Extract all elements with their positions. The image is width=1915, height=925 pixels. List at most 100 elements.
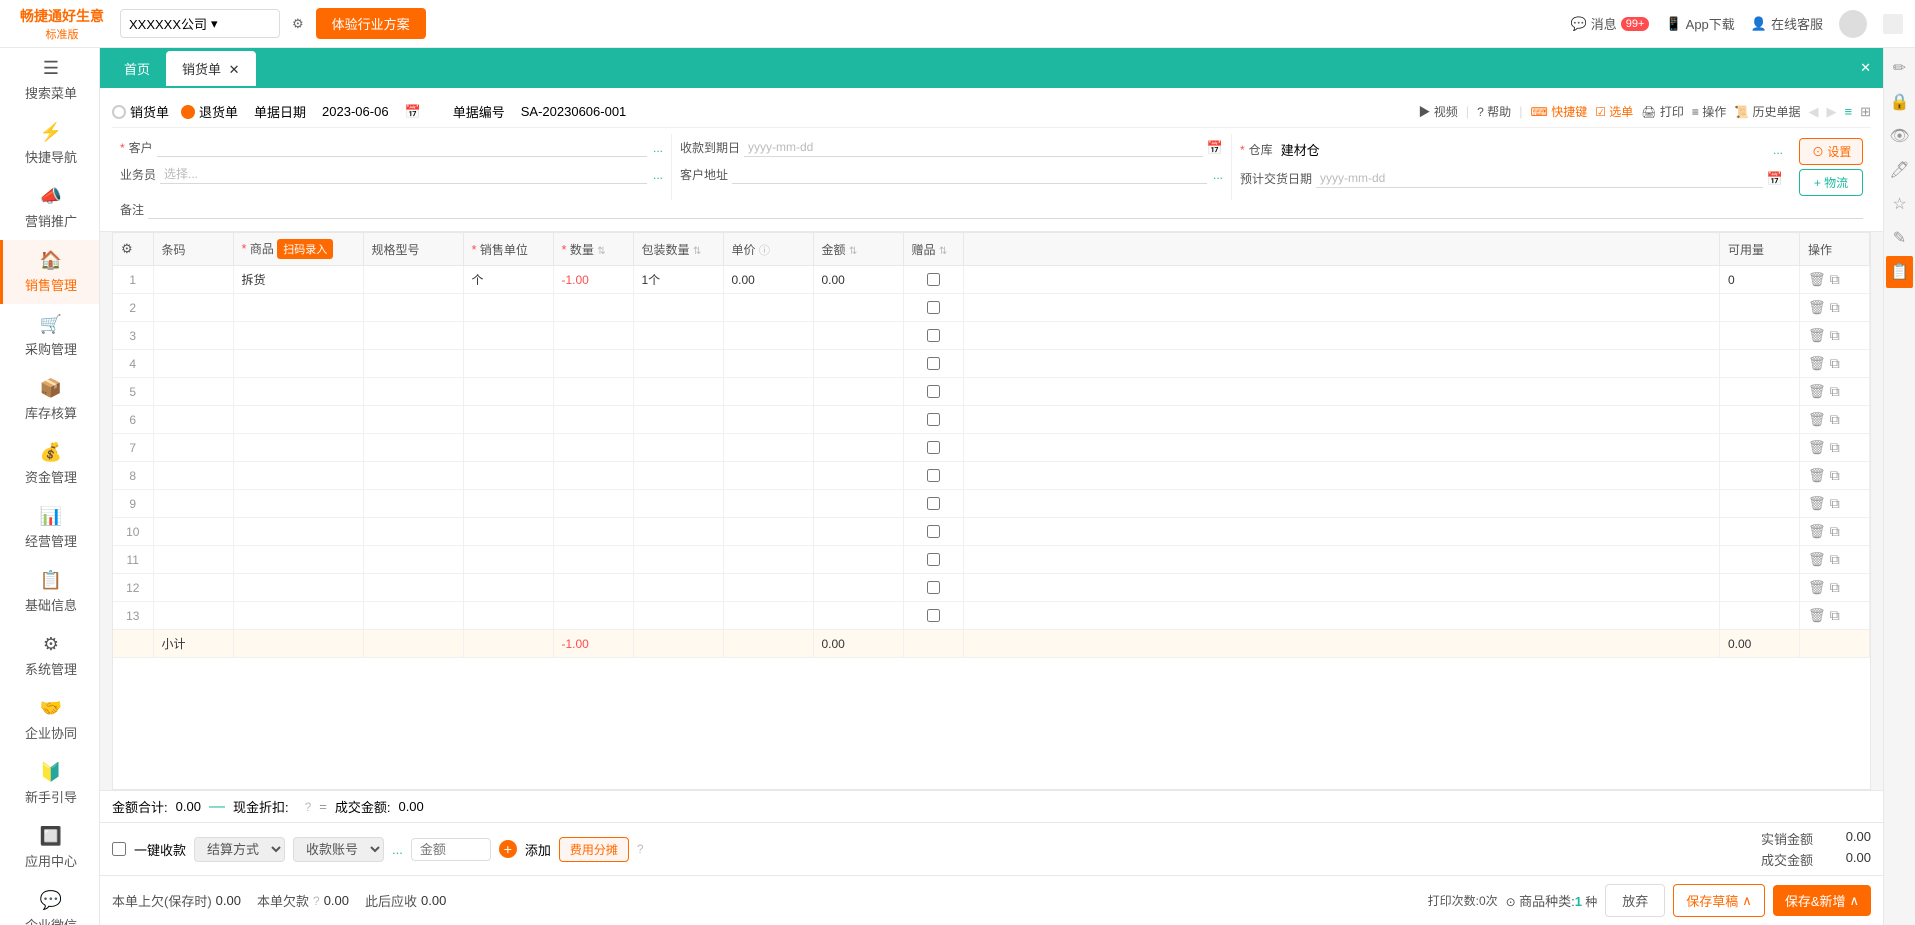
cell-amount[interactable] [813, 574, 903, 602]
cell-qty[interactable] [553, 294, 633, 322]
sidebar-item-operations[interactable]: 📊 经营管理 [0, 496, 99, 560]
radio-sales-bill[interactable]: 销货单 [112, 102, 169, 121]
avatar[interactable] [1839, 10, 1867, 38]
cell-price[interactable] [723, 322, 813, 350]
cell-product[interactable] [233, 294, 363, 322]
delete-icon[interactable]: 🗑 [1808, 579, 1826, 596]
cell-pkgqty[interactable] [633, 490, 723, 518]
delete-icon[interactable]: 🗑 [1808, 299, 1826, 316]
cell-amount[interactable] [813, 434, 903, 462]
copy-icon[interactable]: ⧉ [1830, 299, 1840, 316]
customer-dots[interactable]: ... [653, 141, 663, 155]
cell-product[interactable] [233, 602, 363, 630]
cell-amount[interactable] [813, 546, 903, 574]
account-select[interactable]: 收款账号 [293, 837, 384, 862]
cell-product[interactable] [233, 546, 363, 574]
cell-unit[interactable] [463, 406, 553, 434]
scan-btn[interactable]: 扫码录入 [277, 239, 333, 259]
cell-amount[interactable] [813, 518, 903, 546]
grid-view-icon[interactable]: ⊞ [1860, 104, 1871, 120]
rp-lock-icon[interactable]: 🔒 [1886, 86, 1914, 118]
cell-barcode[interactable] [153, 490, 233, 518]
cell-spec[interactable] [363, 378, 463, 406]
rp-orange-action-icon[interactable]: 📋 [1886, 256, 1914, 288]
cell-price[interactable] [723, 462, 813, 490]
cell-price[interactable] [723, 518, 813, 546]
cell-unit[interactable] [463, 518, 553, 546]
cell-amount[interactable]: 0.00 [813, 266, 903, 294]
cell-remark[interactable] [963, 602, 1720, 630]
cell-unit[interactable] [463, 434, 553, 462]
video-btn[interactable]: ▶ 视频 [1418, 103, 1457, 120]
cell-spec[interactable] [363, 294, 463, 322]
cell-price[interactable]: 0.00 [723, 266, 813, 294]
sidebar-item-finance[interactable]: 💰 资金管理 [0, 432, 99, 496]
save-new-button[interactable]: 保存&新增 ∧ [1773, 885, 1871, 916]
cell-remark[interactable] [963, 266, 1720, 294]
cell-spec[interactable] [363, 434, 463, 462]
cell-qty[interactable] [553, 406, 633, 434]
rp-eye-icon[interactable]: 👁 [1885, 120, 1913, 152]
cell-qty[interactable] [553, 378, 633, 406]
salesman-dots[interactable]: ... [653, 168, 663, 182]
dots-icon[interactable]: ... [392, 842, 403, 857]
cell-barcode[interactable] [153, 602, 233, 630]
cell-product[interactable] [233, 574, 363, 602]
customer-addr-dots[interactable]: ... [1213, 168, 1223, 182]
cell-remark[interactable] [963, 406, 1720, 434]
copy-icon[interactable]: ⧉ [1830, 411, 1840, 428]
cell-amount[interactable] [813, 406, 903, 434]
cell-qty[interactable] [553, 434, 633, 462]
copy-icon[interactable]: ⧉ [1830, 607, 1840, 624]
cell-remark[interactable] [963, 574, 1720, 602]
copy-icon[interactable]: ⧉ [1830, 551, 1840, 568]
cell-amount[interactable] [813, 490, 903, 518]
receive-calendar-icon[interactable]: 📅 [1207, 140, 1223, 156]
delete-icon[interactable]: 🗑 [1808, 523, 1826, 540]
sidebar-item-apps[interactable]: 🔲 应用中心 [0, 816, 99, 880]
cell-gift[interactable] [903, 406, 963, 434]
cell-gift[interactable] [903, 294, 963, 322]
cell-pkgqty[interactable] [633, 434, 723, 462]
delete-icon[interactable]: 🗑 [1808, 467, 1826, 484]
customer-input[interactable] [157, 138, 647, 157]
cell-barcode[interactable] [153, 518, 233, 546]
cell-remark[interactable] [963, 434, 1720, 462]
rp-pen-icon[interactable]: 🖊 [1885, 154, 1913, 186]
cell-price[interactable] [723, 350, 813, 378]
salesman-input[interactable] [160, 165, 647, 184]
copy-icon[interactable]: ⧉ [1830, 439, 1840, 456]
delete-icon[interactable]: 🗑 [1808, 411, 1826, 428]
cell-price[interactable] [723, 546, 813, 574]
cell-qty[interactable]: -1.00 [553, 266, 633, 294]
question-icon[interactable]: ? [305, 800, 312, 814]
cell-pkgqty[interactable]: 1个 [633, 266, 723, 294]
cell-remark[interactable] [963, 378, 1720, 406]
help-btn[interactable]: ? 帮助 [1477, 103, 1511, 120]
cell-qty[interactable] [553, 518, 633, 546]
copy-icon[interactable]: ⧉ [1830, 383, 1840, 400]
cell-product[interactable]: 拆货 [233, 266, 363, 294]
cell-gift[interactable] [903, 378, 963, 406]
cell-price[interactable] [723, 378, 813, 406]
sidebar-item-inventory[interactable]: 📦 库存核算 [0, 368, 99, 432]
cell-barcode[interactable] [153, 406, 233, 434]
cell-price[interactable] [723, 294, 813, 322]
tab-sales-order[interactable]: 销货单 ✕ [166, 51, 256, 86]
copy-icon[interactable]: ⧉ [1830, 327, 1840, 344]
tab-close-icon[interactable]: ✕ [229, 62, 240, 77]
cell-unit[interactable] [463, 294, 553, 322]
delete-icon[interactable]: 🗑 [1808, 271, 1826, 288]
cell-price[interactable] [723, 490, 813, 518]
cell-spec[interactable] [363, 490, 463, 518]
cell-qty[interactable] [553, 602, 633, 630]
trial-button[interactable]: 体验行业方案 [316, 8, 426, 39]
cell-price[interactable] [723, 602, 813, 630]
delete-icon[interactable]: 🗑 [1808, 551, 1826, 568]
cell-amount[interactable] [813, 462, 903, 490]
cell-remark[interactable] [963, 546, 1720, 574]
delivery-calendar-icon[interactable]: 📅 [1767, 171, 1783, 187]
sidebar-item-purchase[interactable]: 🛒 采购管理 [0, 304, 99, 368]
shortcut-btn[interactable]: ⌨ 快捷键 [1531, 103, 1588, 120]
cell-unit[interactable]: 个 [463, 266, 553, 294]
